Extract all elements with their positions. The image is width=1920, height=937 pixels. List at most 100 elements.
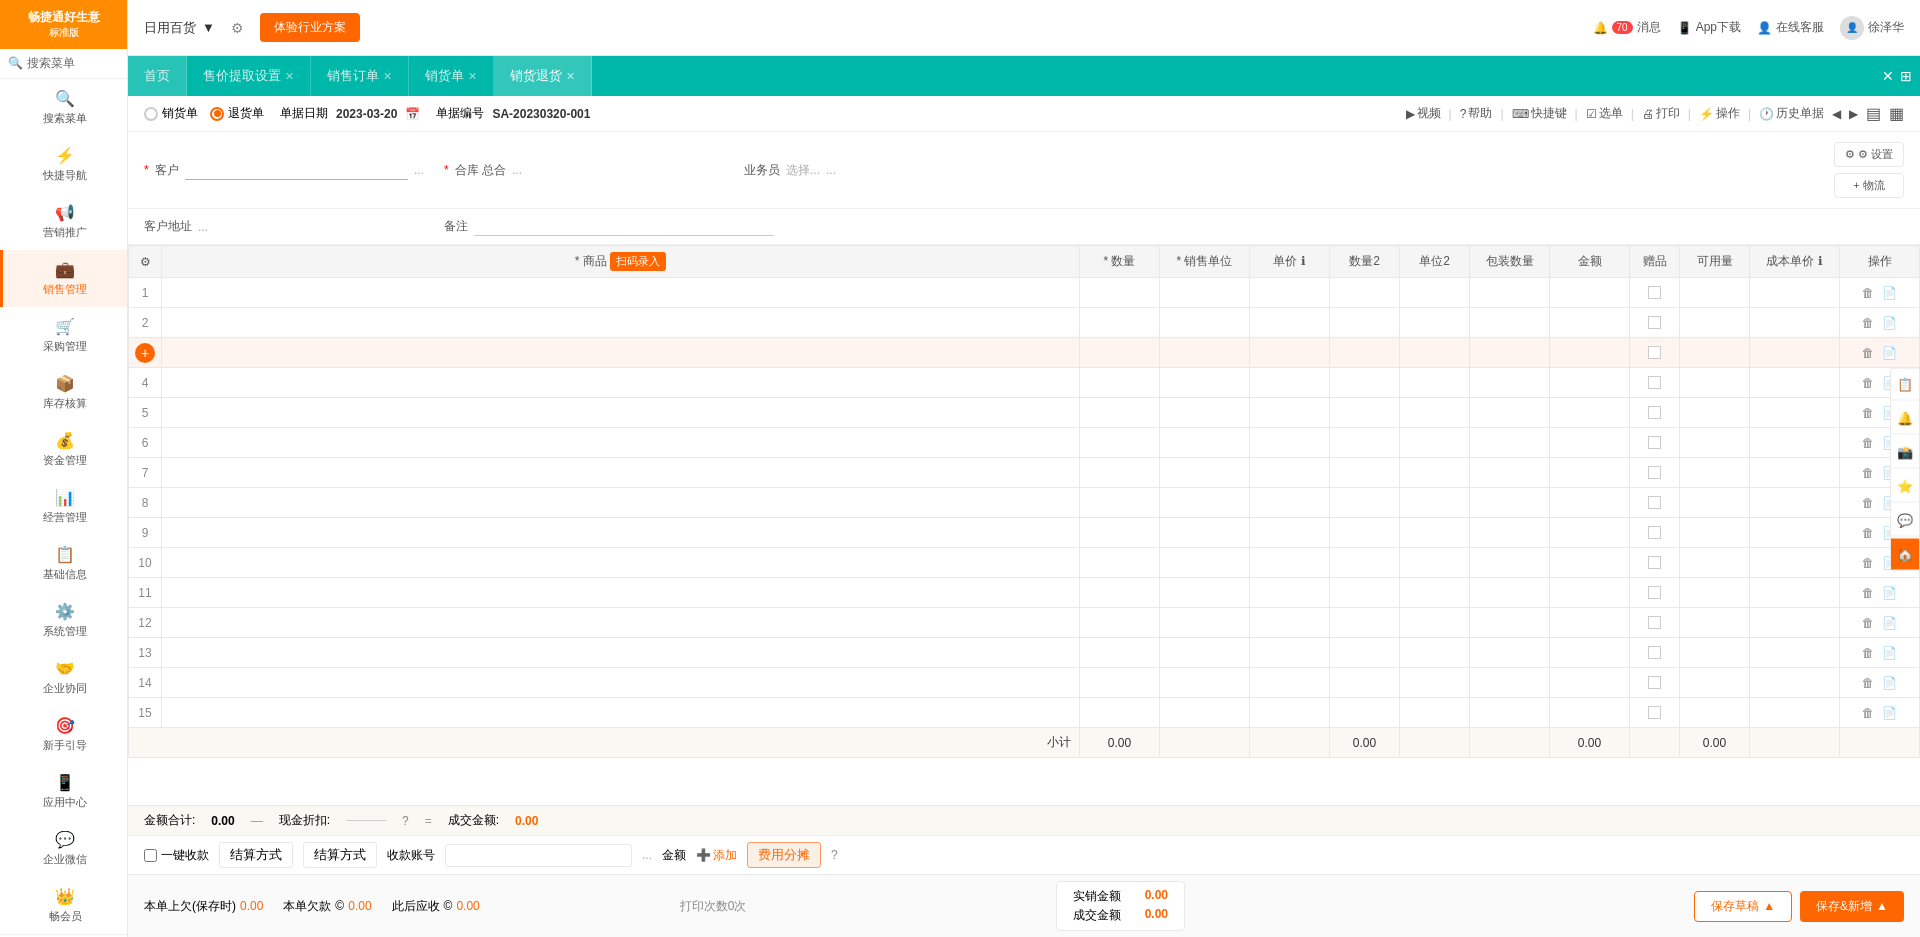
amount-cell[interactable] (1550, 638, 1630, 668)
gift-checkbox[interactable] (1648, 526, 1661, 539)
delete-icon[interactable]: 🗑 (1862, 286, 1874, 300)
product-cell[interactable] (162, 578, 1080, 608)
available-cell[interactable] (1680, 428, 1750, 458)
qty-input[interactable] (1086, 556, 1153, 570)
qty-cell[interactable] (1080, 608, 1160, 638)
prev-btn[interactable]: ◀ (1832, 107, 1841, 121)
pack-qty-cell[interactable] (1470, 668, 1550, 698)
copy-icon[interactable]: 📄 (1882, 286, 1897, 300)
available-cell[interactable] (1680, 638, 1750, 668)
edge-bell-btn[interactable]: 🔔 (1891, 402, 1919, 434)
print-btn[interactable]: 🖨 打印 (1642, 105, 1680, 122)
qty2-cell[interactable] (1330, 278, 1400, 308)
gift-checkbox[interactable] (1648, 646, 1661, 659)
cost-price-cell[interactable] (1750, 638, 1840, 668)
qty2-cell[interactable] (1330, 608, 1400, 638)
qty-cell[interactable] (1080, 518, 1160, 548)
unit2-cell[interactable] (1400, 638, 1470, 668)
pack-qty-cell[interactable] (1470, 458, 1550, 488)
next-btn[interactable]: ▶ (1849, 107, 1858, 121)
qty-cell[interactable] (1080, 338, 1160, 368)
price-cell[interactable] (1250, 548, 1330, 578)
unit-cell[interactable] (1160, 308, 1250, 338)
amount-cell[interactable] (1550, 668, 1630, 698)
salesperson-select[interactable]: 选择... (786, 162, 820, 179)
product-input[interactable] (168, 556, 1073, 570)
amount-cell[interactable] (1550, 398, 1630, 428)
qty-input[interactable] (1086, 316, 1153, 330)
available-cell[interactable] (1680, 518, 1750, 548)
qty-cell[interactable] (1080, 398, 1160, 428)
copy-icon[interactable]: 📄 (1882, 676, 1897, 690)
cost-price-cell[interactable] (1750, 278, 1840, 308)
price-cell[interactable] (1250, 278, 1330, 308)
qty-cell[interactable] (1080, 308, 1160, 338)
account-dots[interactable]: ... (642, 848, 652, 862)
daily-goods-selector[interactable]: 日用百货 ▼ (144, 19, 215, 37)
one-click-pay-checkbox[interactable] (144, 849, 157, 862)
product-cell[interactable] (162, 548, 1080, 578)
scan-button[interactable]: 扫码录入 (610, 252, 666, 271)
product-input[interactable] (168, 346, 1073, 360)
product-input[interactable] (168, 316, 1073, 330)
product-input[interactable] (168, 646, 1073, 660)
pack-qty-cell[interactable] (1470, 608, 1550, 638)
unit2-cell[interactable] (1400, 578, 1470, 608)
product-cell[interactable] (162, 368, 1080, 398)
unit2-cell[interactable] (1400, 698, 1470, 728)
customer-dots[interactable]: ... (414, 163, 424, 177)
qty2-cell[interactable] (1330, 518, 1400, 548)
sidebar-item-basic[interactable]: 📋基础信息 (0, 535, 127, 592)
add-payment-btn[interactable]: ➕ 添加 (696, 847, 737, 864)
unit2-cell[interactable] (1400, 398, 1470, 428)
qty-input[interactable] (1086, 526, 1153, 540)
delete-icon[interactable]: 🗑 (1862, 556, 1874, 570)
available-cell[interactable] (1680, 308, 1750, 338)
qty2-cell[interactable] (1330, 668, 1400, 698)
unit2-cell[interactable] (1400, 368, 1470, 398)
fee-split-btn[interactable]: 费用分摊 (747, 842, 821, 868)
radio-sales[interactable]: 销货单 (144, 105, 198, 122)
gift-checkbox[interactable] (1648, 616, 1661, 629)
gift-cell[interactable] (1630, 458, 1680, 488)
product-input[interactable] (168, 496, 1073, 510)
amount-cell[interactable] (1550, 698, 1630, 728)
tab-sales[interactable]: 销货单 ✕ (409, 56, 494, 96)
qty2-cell[interactable] (1330, 698, 1400, 728)
unit-cell[interactable] (1160, 488, 1250, 518)
unit-cell[interactable] (1160, 458, 1250, 488)
gift-checkbox[interactable] (1648, 406, 1661, 419)
price-cell[interactable] (1250, 428, 1330, 458)
product-cell[interactable] (162, 338, 1080, 368)
qty-input[interactable] (1086, 466, 1153, 480)
radio-return[interactable]: 退货单 (210, 105, 264, 122)
one-click-pay-check[interactable]: 一键收款 (144, 847, 209, 864)
edge-chat-btn[interactable]: 💬 (1891, 504, 1919, 536)
available-cell[interactable] (1680, 668, 1750, 698)
list-view-btn[interactable]: ▦ (1889, 104, 1904, 123)
product-input[interactable] (168, 526, 1073, 540)
tab-sales-return[interactable]: 销货退货 ✕ (494, 56, 592, 96)
sidebar-item-wechat[interactable]: 💬企业微信 (0, 820, 127, 877)
amount-cell[interactable] (1550, 428, 1630, 458)
cost-price-cell[interactable] (1750, 458, 1840, 488)
grid-view-btn[interactable]: ▤ (1866, 104, 1881, 123)
search-menu[interactable]: 🔍 搜索菜单 (0, 49, 127, 79)
price-cell[interactable] (1250, 698, 1330, 728)
experience-button[interactable]: 体验行业方案 (260, 13, 360, 42)
gift-cell[interactable] (1630, 398, 1680, 428)
qty2-cell[interactable] (1330, 308, 1400, 338)
product-cell[interactable] (162, 608, 1080, 638)
settings-icon[interactable]: ⚙ (231, 20, 244, 36)
sidebar-item-system[interactable]: ⚙️系统管理 (0, 592, 127, 649)
gift-cell[interactable] (1630, 368, 1680, 398)
gift-checkbox[interactable] (1648, 706, 1661, 719)
unit2-cell[interactable] (1400, 338, 1470, 368)
pack-qty-cell[interactable] (1470, 338, 1550, 368)
sidebar-item-appstore[interactable]: 📱应用中心 (0, 763, 127, 820)
gift-cell[interactable] (1630, 548, 1680, 578)
qty-input[interactable] (1086, 706, 1153, 720)
cost-price-cell[interactable] (1750, 548, 1840, 578)
qty2-cell[interactable] (1330, 488, 1400, 518)
pack-qty-cell[interactable] (1470, 398, 1550, 428)
